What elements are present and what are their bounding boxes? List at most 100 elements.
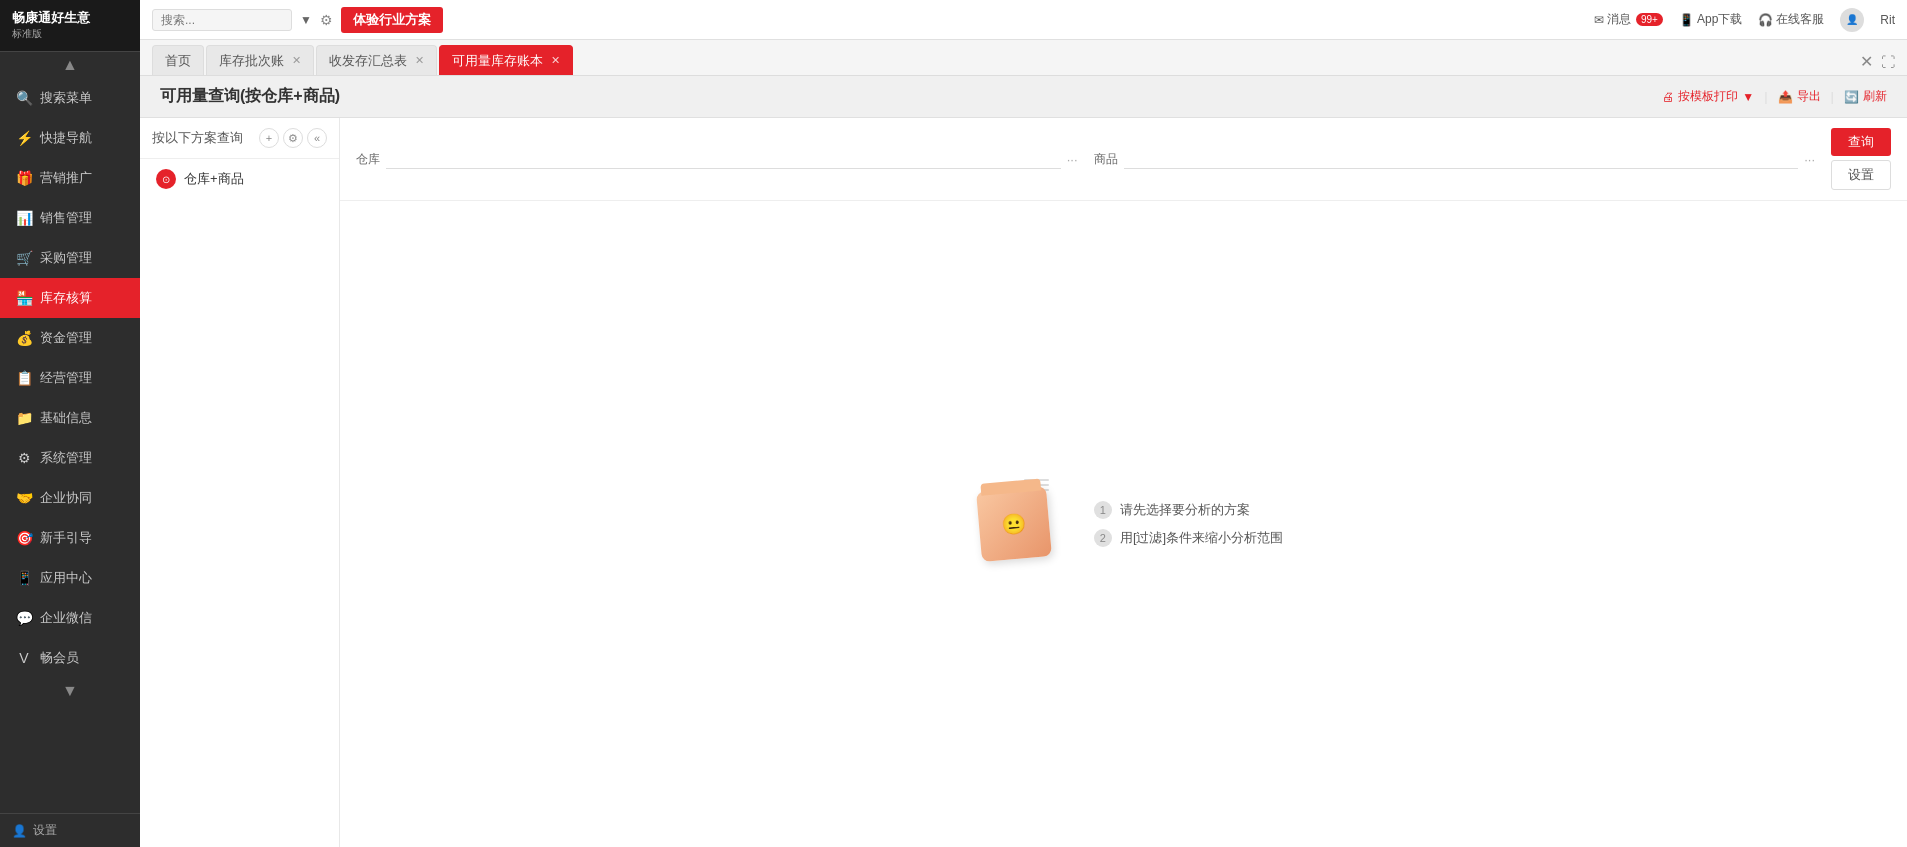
sidebar-item-enterprise[interactable]: 🤝 企业协同 [0,478,140,518]
tab-home-label: 首页 [165,52,191,70]
page-title: 可用量查询(按仓库+商品) [160,86,340,107]
refresh-btn[interactable]: 🔄 刷新 [1844,88,1887,105]
sidebar-item-inventory[interactable]: 🏪 库存核算 [0,278,140,318]
marketing-icon: 🎁 [16,170,32,186]
tab-batch-account-close[interactable]: ✕ [292,54,301,67]
warehouse-more-btn[interactable]: ··· [1067,152,1078,167]
sidebar-item-sales[interactable]: 📊 销售管理 [0,198,140,238]
filter-item-warehouse-product[interactable]: ⊙ 仓库+商品 [140,159,339,199]
right-panel: 仓库 ··· 商品 ··· 查询 设置 [340,118,1907,847]
sidebar-item-finance[interactable]: 💰 资金管理 [0,318,140,358]
filter-collapse-btn[interactable]: « [307,128,327,148]
sidebar-item-label: 营销推广 [40,169,92,187]
app-download-label: App下载 [1697,11,1742,28]
filter-header-actions: + ⚙ « [259,128,327,148]
product-input[interactable] [1124,150,1799,169]
system-icon: ⚙ [16,450,32,466]
empty-illustration: 😐 [964,474,1064,574]
hint-text-1: 请先选择要分析的方案 [1120,501,1250,519]
topbar-right: ✉ 消息 99+ 📱 App下载 🎧 在线客服 👤 Rit [1594,8,1895,32]
finance-icon: 💰 [16,330,32,346]
print-label: 按模板打印 [1678,88,1738,105]
quicknav-icon: ⚡ [16,130,32,146]
export-btn[interactable]: 📤 导出 [1778,88,1821,105]
warehouse-input[interactable] [386,150,1061,169]
main-area: ▼ ⚙ 体验行业方案 ✉ 消息 99+ 📱 App下载 🎧 在线客服 👤 Rit [140,0,1907,847]
message-label: 消息 [1607,11,1631,28]
app-download-btn[interactable]: 📱 App下载 [1679,11,1742,28]
left-filter-panel: 按以下方案查询 + ⚙ « ⊙ 仓库+商品 [140,118,340,847]
online-service-label: 在线客服 [1776,11,1824,28]
avatar-icon: 👤 [1846,14,1858,25]
filter-item-label: 仓库+商品 [184,170,244,188]
management-icon: 📋 [16,370,32,386]
topbar: ▼ ⚙ 体验行业方案 ✉ 消息 99+ 📱 App下载 🎧 在线客服 👤 Rit [140,0,1907,40]
box-face: 😐 [1000,511,1027,537]
member-icon: V [16,650,32,666]
sidebar-item-member[interactable]: V 畅会员 [0,638,140,678]
export-label: 导出 [1797,88,1821,105]
tab-summary-close[interactable]: ✕ [415,54,424,67]
message-badge: 99+ [1636,13,1663,26]
online-service-btn[interactable]: 🎧 在线客服 [1758,11,1824,28]
newbie-icon: 🎯 [16,530,32,546]
expand-tabs-btn[interactable]: ⛶ [1881,54,1895,70]
sidebar-item-management[interactable]: 📋 经营管理 [0,358,140,398]
trial-industry-btn[interactable]: 体验行业方案 [341,7,443,33]
sidebar-footer[interactable]: 👤 设置 [0,813,140,847]
inventory-icon: 🏪 [16,290,32,306]
topbar-search-input[interactable] [152,9,292,31]
sidebar-item-newbie[interactable]: 🎯 新手引导 [0,518,140,558]
sidebar-item-label: 新手引导 [40,529,92,547]
empty-box: 😐 [976,486,1052,562]
print-icon: 🖨 [1662,90,1674,104]
sidebar-header: 畅康通好生意 标准版 [0,0,140,52]
basic-info-icon: 📁 [16,410,32,426]
query-btn[interactable]: 查询 [1831,128,1891,156]
hint-num-1: 1 [1094,501,1112,519]
sidebar-item-appstore[interactable]: 📱 应用中心 [0,558,140,598]
app-download-icon: 📱 [1679,13,1694,27]
sidebar-item-wechat[interactable]: 💬 企业微信 [0,598,140,638]
topbar-gear-icon[interactable]: ⚙ [320,12,333,28]
sidebar-item-basic-info[interactable]: 📁 基础信息 [0,398,140,438]
sidebar-item-search[interactable]: 🔍 搜索菜单 [0,78,140,118]
filter-header: 按以下方案查询 + ⚙ « [140,118,339,159]
refresh-icon: 🔄 [1844,90,1859,104]
sidebar-item-label: 系统管理 [40,449,92,467]
page-actions: 🖨 按模板打印 ▼ | 📤 导出 | 🔄 刷新 [1662,88,1887,105]
tab-available-qty[interactable]: 可用量库存账本 ✕ [439,45,573,75]
product-more-btn[interactable]: ··· [1804,152,1815,167]
username-label[interactable]: Rit [1880,13,1895,27]
tab-batch-account[interactable]: 库存批次账 ✕ [206,45,314,75]
settings-btn[interactable]: 设置 [1831,160,1891,190]
sidebar-item-purchase[interactable]: 🛒 采购管理 [0,238,140,278]
user-avatar[interactable]: 👤 [1840,8,1864,32]
purchase-icon: 🛒 [16,250,32,266]
sidebar-item-quicknav[interactable]: ⚡ 快捷导航 [0,118,140,158]
query-actions: 查询 设置 [1831,128,1891,190]
filter-settings-btn[interactable]: ⚙ [283,128,303,148]
sidebar-item-marketing[interactable]: 🎁 营销推广 [0,158,140,198]
message-btn[interactable]: ✉ 消息 99+ [1594,11,1663,28]
sidebar-scroll-up[interactable]: ▲ [0,52,140,78]
print-dropdown-icon[interactable]: ▼ [1742,90,1754,104]
tab-home[interactable]: 首页 [152,45,204,75]
topbar-dropdown-icon[interactable]: ▼ [300,13,312,27]
warehouse-field: 仓库 ··· [356,150,1078,169]
export-icon: 📤 [1778,90,1793,104]
sidebar-item-label: 库存核算 [40,289,92,307]
page-header: 可用量查询(按仓库+商品) 🖨 按模板打印 ▼ | 📤 导出 | 🔄 刷新 [140,76,1907,118]
tab-summary[interactable]: 收发存汇总表 ✕ [316,45,437,75]
sidebar-scroll-down[interactable]: ▼ [0,678,140,704]
close-all-tabs-btn[interactable]: ✕ [1860,52,1873,71]
tab-available-qty-close[interactable]: ✕ [551,54,560,67]
filter-item-circle-icon: ⊙ [162,174,170,185]
sidebar-item-label: 畅会员 [40,649,79,667]
filter-add-btn[interactable]: + [259,128,279,148]
appstore-icon: 📱 [16,570,32,586]
empty-hint-2: 2 用[过滤]条件来缩小分析范围 [1094,529,1283,547]
print-btn[interactable]: 🖨 按模板打印 ▼ [1662,88,1754,105]
brand-name: 畅康通好生意 [12,10,128,27]
sidebar-item-system[interactable]: ⚙ 系统管理 [0,438,140,478]
